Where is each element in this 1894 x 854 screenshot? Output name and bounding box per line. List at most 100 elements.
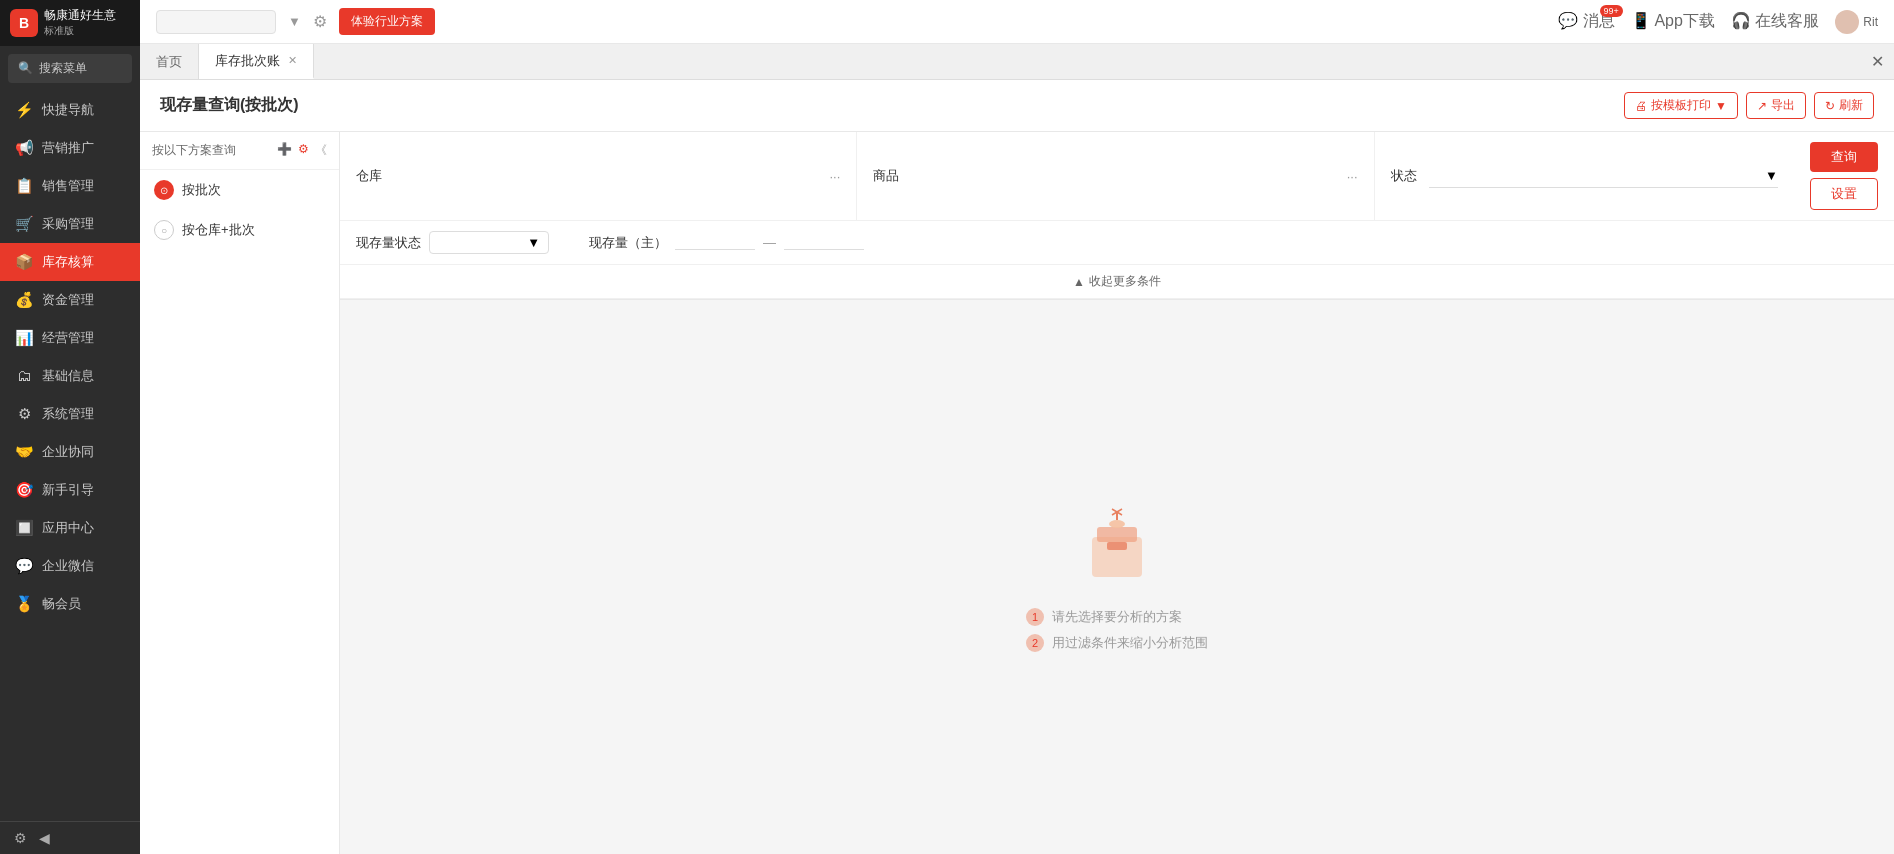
user-avatar-button[interactable]: Rit xyxy=(1835,10,1878,34)
tab-inventory-batch-label: 库存批次账 xyxy=(215,52,280,70)
collapse-filters-button[interactable]: ▲ 收起更多条件 xyxy=(340,265,1894,299)
sidebar-item-label: 企业协同 xyxy=(42,443,94,461)
avatar-icon xyxy=(1835,10,1859,34)
sidebar-item-enterprise[interactable]: 🤝 企业协同 xyxy=(0,433,140,471)
sidebar-item-label: 资金管理 xyxy=(42,291,94,309)
marketing-icon: 📢 xyxy=(14,139,34,157)
quick-nav-icon: ⚡ xyxy=(14,101,34,119)
sidebar-item-wechat[interactable]: 💬 企业微信 xyxy=(0,547,140,585)
warehouse-input[interactable] xyxy=(394,169,821,183)
print-dropdown-icon[interactable]: ▼ xyxy=(1715,99,1727,113)
filter-item-warehouse-batch[interactable]: ○ 按仓库+批次 xyxy=(140,210,339,250)
query-button[interactable]: 查询 xyxy=(1810,142,1878,172)
trial-button[interactable]: 体验行业方案 xyxy=(339,8,435,35)
sidebar-search-area: 🔍 搜索菜单 xyxy=(0,46,140,91)
stock-qty-max-input[interactable] xyxy=(784,235,864,250)
tab-inventory-batch[interactable]: 库存批次账 ✕ xyxy=(199,44,314,79)
stock-status-dropdown[interactable]: ▼ xyxy=(429,231,549,254)
batch-active-icon: ⊙ xyxy=(154,180,174,200)
print-template-button[interactable]: 🖨 按模板打印 ▼ xyxy=(1624,92,1738,119)
message-button[interactable]: 💬 消息 99+ xyxy=(1558,11,1614,32)
search-menu-button[interactable]: 🔍 搜索菜单 xyxy=(8,54,132,83)
tab-home[interactable]: 首页 xyxy=(140,44,199,79)
stock-qty-min-input[interactable] xyxy=(675,235,755,250)
empty-tip-1: 1 请先选择要分析的方案 xyxy=(1026,608,1208,626)
tab-close-icon[interactable]: ✕ xyxy=(288,54,297,67)
warehouse-batch-icon: ○ xyxy=(154,220,174,240)
sidebar-item-newbie[interactable]: 🎯 新手引导 xyxy=(0,471,140,509)
topbar-right: 💬 消息 99+ 📱 App下载 🎧 在线客服 Rit xyxy=(1558,10,1878,34)
sidebar-item-operations[interactable]: 📊 经营管理 xyxy=(0,319,140,357)
app-version: 标准版 xyxy=(44,24,116,38)
product-dots[interactable]: ··· xyxy=(1347,169,1358,184)
system-icon: ⚙ xyxy=(14,405,34,423)
member-icon: 🏅 xyxy=(14,595,34,613)
dropdown-icon[interactable]: ▼ xyxy=(288,14,301,29)
sidebar: B 畅康通好生意 标准版 🔍 搜索菜单 ⚡ 快捷导航 📢 营销推广 📋 销售管理… xyxy=(0,0,140,854)
collapse-filter-icon[interactable]: 《 xyxy=(315,142,327,159)
sidebar-item-app-center[interactable]: 🔲 应用中心 xyxy=(0,509,140,547)
add-filter-icon[interactable]: ➕ xyxy=(277,142,292,159)
warehouse-label: 仓库 xyxy=(356,167,386,185)
collapse-sidebar-icon[interactable]: ◀ xyxy=(39,830,50,846)
filter-item-batch[interactable]: ⊙ 按批次 xyxy=(140,170,339,210)
filter-item-batch-label: 按批次 xyxy=(182,181,221,199)
filter-item-warehouse-batch-label: 按仓库+批次 xyxy=(182,221,255,239)
tabs-bar: 首页 库存批次账 ✕ ✕ xyxy=(140,44,1894,80)
sidebar-item-inventory[interactable]: 📦 库存核算 xyxy=(0,243,140,281)
page-title: 现存量查询(按批次) xyxy=(160,95,299,116)
main-container: ▼ ⚙ 体验行业方案 💬 消息 99+ 📱 App下载 🎧 在线客服 Rit xyxy=(140,0,1894,854)
app-download-label: App下载 xyxy=(1654,12,1714,29)
sidebar-item-quick-nav[interactable]: ⚡ 快捷导航 xyxy=(0,91,140,129)
filters-and-table: 仓库 ··· 商品 ··· 状态 xyxy=(340,132,1894,854)
gear-icon[interactable]: ⚙ xyxy=(313,12,327,31)
empty-illustration xyxy=(1072,502,1162,592)
settings-footer-icon[interactable]: ⚙ xyxy=(14,830,27,846)
settings-button[interactable]: 设置 xyxy=(1810,178,1878,210)
warehouse-dots[interactable]: ··· xyxy=(829,169,840,184)
status-dropdown[interactable]: ▼ xyxy=(1429,164,1778,188)
topbar-search-input[interactable] xyxy=(156,10,276,34)
product-input[interactable] xyxy=(911,169,1338,183)
sidebar-item-label: 基础信息 xyxy=(42,367,94,385)
online-service-button[interactable]: 🎧 在线客服 xyxy=(1731,11,1819,32)
empty-tip-2: 2 用过滤条件来缩小分析范围 xyxy=(1026,634,1208,652)
sidebar-item-marketing[interactable]: 📢 营销推广 xyxy=(0,129,140,167)
online-service-label: 在线客服 xyxy=(1755,12,1819,29)
finance-icon: 💰 xyxy=(14,291,34,309)
purchase-icon: 🛒 xyxy=(14,215,34,233)
status-label: 状态 xyxy=(1391,167,1421,185)
message-badge: 99+ xyxy=(1600,5,1623,17)
message-icon: 💬 xyxy=(1558,12,1578,29)
empty-tips: 1 请先选择要分析的方案 2 用过滤条件来缩小分析范围 xyxy=(1026,608,1208,652)
sidebar-item-finance[interactable]: 💰 资金管理 xyxy=(0,281,140,319)
phone-icon: 📱 xyxy=(1631,12,1651,29)
sidebar-item-label: 系统管理 xyxy=(42,405,94,423)
wechat-icon: 💬 xyxy=(14,557,34,575)
tip-text-2: 用过滤条件来缩小分析范围 xyxy=(1052,634,1208,652)
tabs-close-all-button[interactable]: ✕ xyxy=(1861,52,1894,71)
sidebar-item-label: 畅会员 xyxy=(42,595,81,613)
sidebar-item-sales[interactable]: 📋 销售管理 xyxy=(0,167,140,205)
export-button[interactable]: ↗ 导出 xyxy=(1746,92,1806,119)
sidebar-item-label: 库存核算 xyxy=(42,253,94,271)
app-center-icon: 🔲 xyxy=(14,519,34,537)
sidebar-item-label: 采购管理 xyxy=(42,215,94,233)
page-header-actions: 🖨 按模板打印 ▼ ↗ 导出 ↻ 刷新 xyxy=(1624,92,1874,119)
sidebar-footer: ⚙ ◀ xyxy=(0,821,140,854)
sidebar-item-member[interactable]: 🏅 畅会员 xyxy=(0,585,140,623)
sidebar-item-basic[interactable]: 🗂 基础信息 xyxy=(0,357,140,395)
refresh-button[interactable]: ↻ 刷新 xyxy=(1814,92,1874,119)
printer-icon: 🖨 xyxy=(1635,99,1647,113)
app-download-button[interactable]: 📱 App下载 xyxy=(1631,11,1715,32)
sidebar-nav: ⚡ 快捷导航 📢 营销推广 📋 销售管理 🛒 采购管理 📦 库存核算 💰 资金管… xyxy=(0,91,140,821)
stock-status-arrow: ▼ xyxy=(527,235,540,250)
empty-state: 1 请先选择要分析的方案 2 用过滤条件来缩小分析范围 xyxy=(340,300,1894,854)
sidebar-item-system[interactable]: ⚙ 系统管理 xyxy=(0,395,140,433)
settings-filter-icon[interactable]: ⚙ xyxy=(298,142,309,159)
sales-icon: 📋 xyxy=(14,177,34,195)
basic-icon: 🗂 xyxy=(14,367,34,384)
sidebar-item-label: 应用中心 xyxy=(42,519,94,537)
svg-point-3 xyxy=(1109,520,1125,528)
sidebar-item-purchase[interactable]: 🛒 采购管理 xyxy=(0,205,140,243)
